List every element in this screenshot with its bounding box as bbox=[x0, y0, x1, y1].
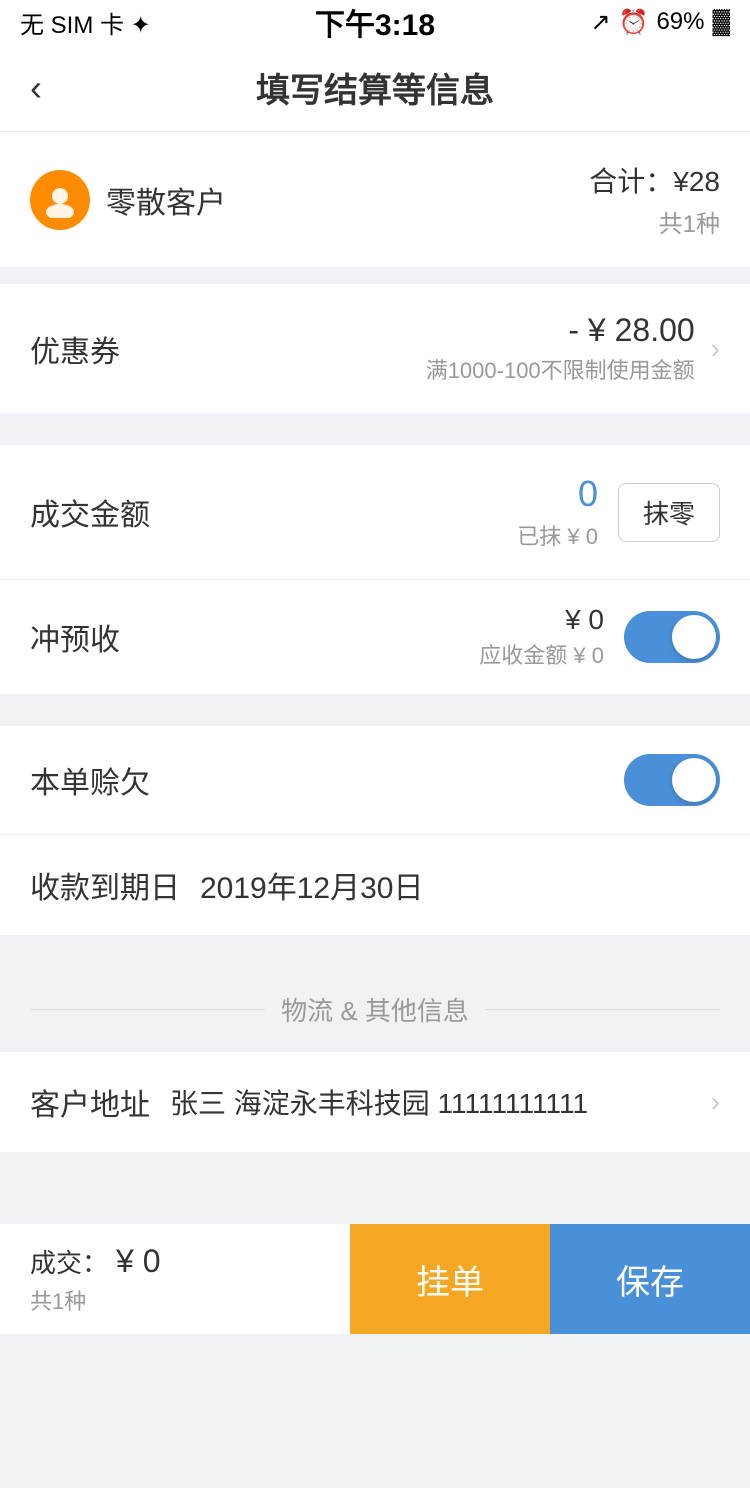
debt-label: 本单赊欠 bbox=[30, 758, 150, 802]
logistics-header: 物流 & 其他信息 bbox=[0, 967, 750, 1052]
coupon-value: - ¥ 28.00 满1000-100不限制使用金额 bbox=[426, 312, 695, 385]
amount-label: 成交金额 bbox=[30, 490, 150, 534]
due-date-label: 收款到期日 bbox=[30, 863, 180, 907]
customer-left: 零散客户 bbox=[30, 170, 226, 230]
address-value: 张三 海淀永丰科技园 11111111111 bbox=[170, 1082, 711, 1122]
section-divider-2 bbox=[0, 710, 750, 726]
address-chevron-icon: › bbox=[711, 1086, 720, 1118]
coupon-sub: 满1000-100不限制使用金额 bbox=[426, 353, 695, 385]
customer-section: 零散客户 合计：¥28 共1种 bbox=[0, 132, 750, 267]
battery-icon: ▓ bbox=[713, 8, 731, 36]
amount-value: 0 bbox=[517, 473, 598, 515]
due-date-value: 2019年12月30日 bbox=[200, 863, 423, 907]
precollect-label: 冲预收 bbox=[30, 615, 120, 659]
sim-text: 无 SIM 卡 ✦ bbox=[20, 5, 151, 40]
transaction-section: 成交金额 0 已抹 ¥ 0 抹零 冲预收 ¥ 0 应收金额 ¥ 0 bbox=[0, 445, 750, 694]
customer-avatar bbox=[30, 170, 90, 230]
round-button[interactable]: 抹零 bbox=[618, 483, 720, 542]
precollect-amount: ¥ 0 bbox=[479, 604, 604, 636]
coupon-chevron-icon: › bbox=[711, 333, 720, 365]
address-section[interactable]: 客户地址 张三 海淀永丰科技园 11111111111 › bbox=[0, 1052, 750, 1152]
precollect-row: 冲预收 ¥ 0 应收金额 ¥ 0 bbox=[0, 579, 750, 694]
alarm-icon: ⏰ bbox=[619, 8, 649, 37]
customer-count: 共1种 bbox=[589, 204, 720, 239]
status-bar-time: 下午3:18 bbox=[315, 0, 435, 44]
amount-sub: 已抹 ¥ 0 bbox=[517, 519, 598, 551]
section-divider-1 bbox=[0, 429, 750, 445]
debt-row: 本单赊欠 bbox=[0, 726, 750, 834]
section-divider-3 bbox=[0, 951, 750, 967]
debt-toggle-knob bbox=[672, 758, 716, 802]
customer-total: 合计：¥28 bbox=[589, 160, 720, 200]
status-bar-left: 无 SIM 卡 ✦ bbox=[20, 5, 151, 40]
due-date-row: 收款到期日 2019年12月30日 bbox=[0, 834, 750, 935]
bottom-count: 共1种 bbox=[30, 1284, 320, 1316]
status-bar: 无 SIM 卡 ✦ 下午3:18 ↗ ⏰ 69% ▓ bbox=[0, 0, 750, 44]
precollect-toggle[interactable] bbox=[624, 611, 720, 663]
coupon-row[interactable]: 优惠券 - ¥ 28.00 满1000-100不限制使用金额 › bbox=[0, 283, 750, 413]
bottom-info: 成交： ¥ 0 共1种 bbox=[0, 1243, 350, 1316]
amount-row: 成交金额 0 已抹 ¥ 0 抹零 bbox=[0, 445, 750, 579]
nav-bar: ‹ 填写结算等信息 bbox=[0, 44, 750, 132]
save-button[interactable]: 保存 bbox=[550, 1224, 750, 1334]
page-title: 填写结算等信息 bbox=[256, 63, 494, 112]
coupon-section[interactable]: 优惠券 - ¥ 28.00 满1000-100不限制使用金额 › bbox=[0, 283, 750, 413]
coupon-discount: - ¥ 28.00 bbox=[426, 312, 695, 349]
bottom-bar: 成交： ¥ 0 共1种 挂单 保存 bbox=[0, 1224, 750, 1334]
address-label: 客户地址 bbox=[30, 1080, 150, 1124]
bottom-deal-label: 成交： bbox=[30, 1243, 108, 1280]
bottom-deal-amount: ¥ 0 bbox=[116, 1243, 160, 1280]
address-row[interactable]: 客户地址 张三 海淀永丰科技园 11111111111 › bbox=[0, 1052, 750, 1152]
precollect-value: ¥ 0 应收金额 ¥ 0 bbox=[479, 604, 604, 670]
debt-section: 本单赊欠 收款到期日 2019年12月30日 bbox=[0, 726, 750, 935]
logistics-label: 物流 & 其他信息 bbox=[281, 991, 469, 1028]
coupon-label: 优惠券 bbox=[30, 327, 120, 371]
customer-right: 合计：¥28 共1种 bbox=[589, 160, 720, 239]
customer-row: 零散客户 合计：¥28 共1种 bbox=[0, 132, 750, 267]
coupon-right: - ¥ 28.00 满1000-100不限制使用金额 › bbox=[426, 312, 720, 385]
customer-name: 零散客户 bbox=[106, 178, 226, 222]
location-icon: ↗ bbox=[590, 8, 610, 37]
hang-button[interactable]: 挂单 bbox=[350, 1224, 550, 1334]
toggle-knob bbox=[672, 615, 716, 659]
precollect-right: ¥ 0 应收金额 ¥ 0 bbox=[479, 604, 720, 670]
back-button[interactable]: ‹ bbox=[30, 67, 42, 109]
precollect-sub: 应收金额 ¥ 0 bbox=[479, 638, 604, 670]
status-bar-right: ↗ ⏰ 69% ▓ bbox=[590, 8, 730, 37]
battery-text: 69% bbox=[656, 8, 704, 36]
debt-toggle[interactable] bbox=[624, 754, 720, 806]
